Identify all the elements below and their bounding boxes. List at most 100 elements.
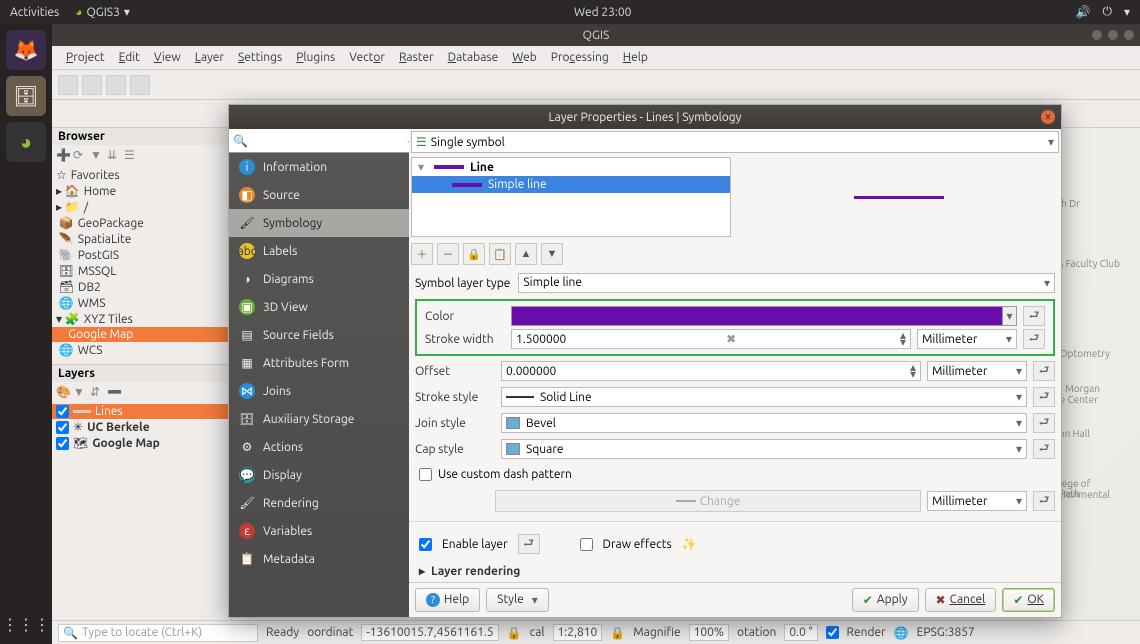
menu-settings[interactable]: Settings — [232, 49, 288, 66]
style-button[interactable]: Style▾ — [486, 588, 549, 612]
maximize-icon[interactable] — [1108, 30, 1118, 40]
duplicate-symbol-layer-button[interactable]: 📋 — [489, 243, 511, 265]
menu-web[interactable]: Web — [506, 49, 543, 66]
minimize-icon[interactable] — [1092, 30, 1102, 40]
render-checkbox[interactable] — [826, 626, 839, 639]
layer-checkbox[interactable] — [56, 421, 69, 434]
menu-raster[interactable]: Raster — [393, 49, 440, 66]
clear-icon[interactable]: ✖ — [726, 332, 740, 346]
scale-value[interactable]: 1:2,810 — [553, 624, 603, 641]
offset-unit-combo[interactable]: Millimeter▾ — [927, 361, 1027, 381]
add-symbol-layer-button[interactable]: ＋ — [411, 243, 433, 265]
app-grid-icon[interactable]: ⋮⋮⋮ — [2, 615, 50, 634]
toolbar-new-icon[interactable] — [58, 75, 78, 95]
expand-icon[interactable]: ⇵ — [90, 385, 104, 399]
lock-symbol-layer-button[interactable]: 🔒 — [463, 243, 485, 265]
sidebar-item-labels[interactable]: abcLabels — [229, 237, 409, 265]
menu-vector[interactable]: Vector — [343, 49, 391, 66]
effects-icon[interactable]: ✨ — [682, 537, 697, 551]
add-icon[interactable]: ➕ — [56, 148, 70, 162]
menu-help[interactable]: Help — [617, 49, 654, 66]
remove-symbol-layer-button[interactable]: － — [437, 243, 459, 265]
symbol-layer-tree[interactable]: ▾ Line Simple line — [411, 157, 731, 237]
data-defined-capstyle-button[interactable]: ⮐ — [1033, 439, 1055, 459]
sidebar-item-actions[interactable]: ⚙Actions — [229, 433, 409, 461]
data-defined-offset-button[interactable]: ⮐ — [1033, 361, 1055, 381]
style-icon[interactable]: 🎨 — [56, 385, 70, 399]
sidebar-item-symbology[interactable]: 🖌Symbology — [229, 209, 409, 237]
stroke-width-unit-combo[interactable]: Millimeter▾ — [917, 329, 1017, 349]
epsg-value[interactable]: EPSG:3857 — [917, 626, 975, 639]
toolbar-open-icon[interactable] — [82, 75, 102, 95]
locator-input[interactable]: 🔍 Type to locate (Ctrl+K) — [58, 624, 258, 642]
qgis-launcher-icon[interactable]: ◕ — [6, 122, 46, 162]
enable-layer-checkbox[interactable] — [419, 538, 432, 551]
layer-checkbox[interactable] — [56, 405, 69, 418]
menu-project[interactable]: Project — [60, 49, 111, 66]
custom-dash-checkbox[interactable] — [419, 468, 432, 481]
data-defined-width-button[interactable]: ⮐ — [1023, 329, 1045, 349]
toolbar-saveas-icon[interactable] — [130, 75, 150, 95]
layer-checkbox[interactable] — [56, 437, 69, 450]
menu-processing[interactable]: Processing — [545, 49, 615, 66]
mag-value[interactable]: 100% — [689, 624, 729, 641]
coord-value[interactable]: -13610015.7,4561161.5 — [361, 624, 498, 641]
join-style-combo[interactable]: Bevel▾ — [501, 413, 1027, 433]
collapse-icon[interactable]: ⇊ — [107, 148, 121, 162]
move-up-button[interactable]: ▲ — [515, 243, 537, 265]
tree-row-simple-line[interactable]: Simple line — [412, 176, 730, 193]
cancel-button[interactable]: ✖Cancel — [925, 588, 997, 612]
help-button[interactable]: ?Help — [415, 588, 480, 612]
app-menu[interactable]: ◕ QGIS3 ▾ — [75, 5, 130, 19]
browser-tree[interactable]: ☆Favorites ▸ 🏠Home ▸ 📁/ 📦GeoPackage 🪶Spa… — [52, 165, 231, 360]
color-picker[interactable]: ▾ — [511, 306, 1017, 326]
clock[interactable]: Wed 23:00 — [130, 6, 1076, 19]
props-icon[interactable]: ☰ — [124, 148, 138, 162]
sidebar-item-diagrams[interactable]: ◑Diagrams — [229, 265, 409, 293]
sidebar-item-rendering[interactable]: 🖌Rendering — [229, 489, 409, 517]
spin-down-icon[interactable]: ▾ — [900, 339, 906, 346]
sidebar-item-aux[interactable]: 🗄Auxiliary Storage — [229, 405, 409, 433]
close-icon[interactable] — [1124, 30, 1134, 40]
data-defined-joinstyle-button[interactable]: ⮐ — [1033, 413, 1055, 433]
files-launcher-icon[interactable]: 🗄 — [6, 76, 46, 116]
filter-icon[interactable]: ▼ — [90, 148, 104, 162]
data-defined-enable-button[interactable]: ⮐ — [518, 534, 540, 554]
sidebar-item-sourcefields[interactable]: ▤Source Fields — [229, 321, 409, 349]
firefox-launcher-icon[interactable]: 🦊 — [6, 30, 46, 70]
sidebar-item-3dview[interactable]: ▣3D View — [229, 293, 409, 321]
rot-value[interactable]: 0.0 ° — [784, 624, 817, 641]
collapse-icon[interactable]: ▾ — [418, 160, 428, 174]
spin-down-icon[interactable]: ▾ — [910, 371, 916, 378]
apply-button[interactable]: ✔Apply — [852, 588, 919, 612]
cap-style-combo[interactable]: Square▾ — [501, 439, 1027, 459]
refresh-icon[interactable]: ⟳ — [73, 148, 87, 162]
sidebar-item-variables[interactable]: εVariables — [229, 517, 409, 545]
menu-view[interactable]: View — [148, 49, 187, 66]
draw-effects-checkbox[interactable] — [580, 538, 593, 551]
sidebar-search-input[interactable] — [248, 134, 403, 147]
offset-input[interactable]: 0.000000 ▴▾ — [501, 361, 921, 381]
menu-edit[interactable]: Edit — [113, 49, 146, 66]
layers-tree[interactable]: Lines ✳UC Berkele 🗺Google Map — [52, 402, 231, 453]
remove-icon[interactable]: ➖ — [107, 385, 121, 399]
dialog-close-button[interactable]: ✕ — [1041, 110, 1055, 124]
filter2-icon[interactable]: ▼ — [73, 385, 87, 399]
sidebar-item-source[interactable]: ◧Source — [229, 181, 409, 209]
stroke-width-input[interactable]: 1.500000 ✖ ▴▾ — [511, 329, 911, 349]
sidebar-item-metadata[interactable]: 📋Metadata — [229, 545, 409, 573]
ok-button[interactable]: ✔OK — [1002, 588, 1055, 612]
layer-rendering-group[interactable]: ▸ Layer rendering — [419, 564, 1051, 578]
sidebar-item-display[interactable]: 💬Display — [229, 461, 409, 489]
stroke-style-combo[interactable]: Solid Line▾ — [501, 387, 1027, 407]
sidebar-item-joins[interactable]: ⋈Joins — [229, 377, 409, 405]
toolbar-save-icon[interactable] — [106, 75, 126, 95]
color-dropdown-icon[interactable]: ▾ — [1002, 307, 1016, 325]
system-menu-icon[interactable]: ▾ — [1124, 5, 1130, 19]
renderer-combo[interactable]: ☰ Single symbol ▾ — [411, 131, 1059, 153]
symbol-layer-type-combo[interactable]: Simple line▾ — [518, 273, 1055, 293]
menu-database[interactable]: Database — [442, 49, 505, 66]
data-defined-strokestyle-button[interactable]: ⮐ — [1033, 387, 1055, 407]
tree-row-line[interactable]: ▾ Line — [412, 158, 730, 176]
volume-icon[interactable]: 🔊 — [1076, 5, 1091, 19]
